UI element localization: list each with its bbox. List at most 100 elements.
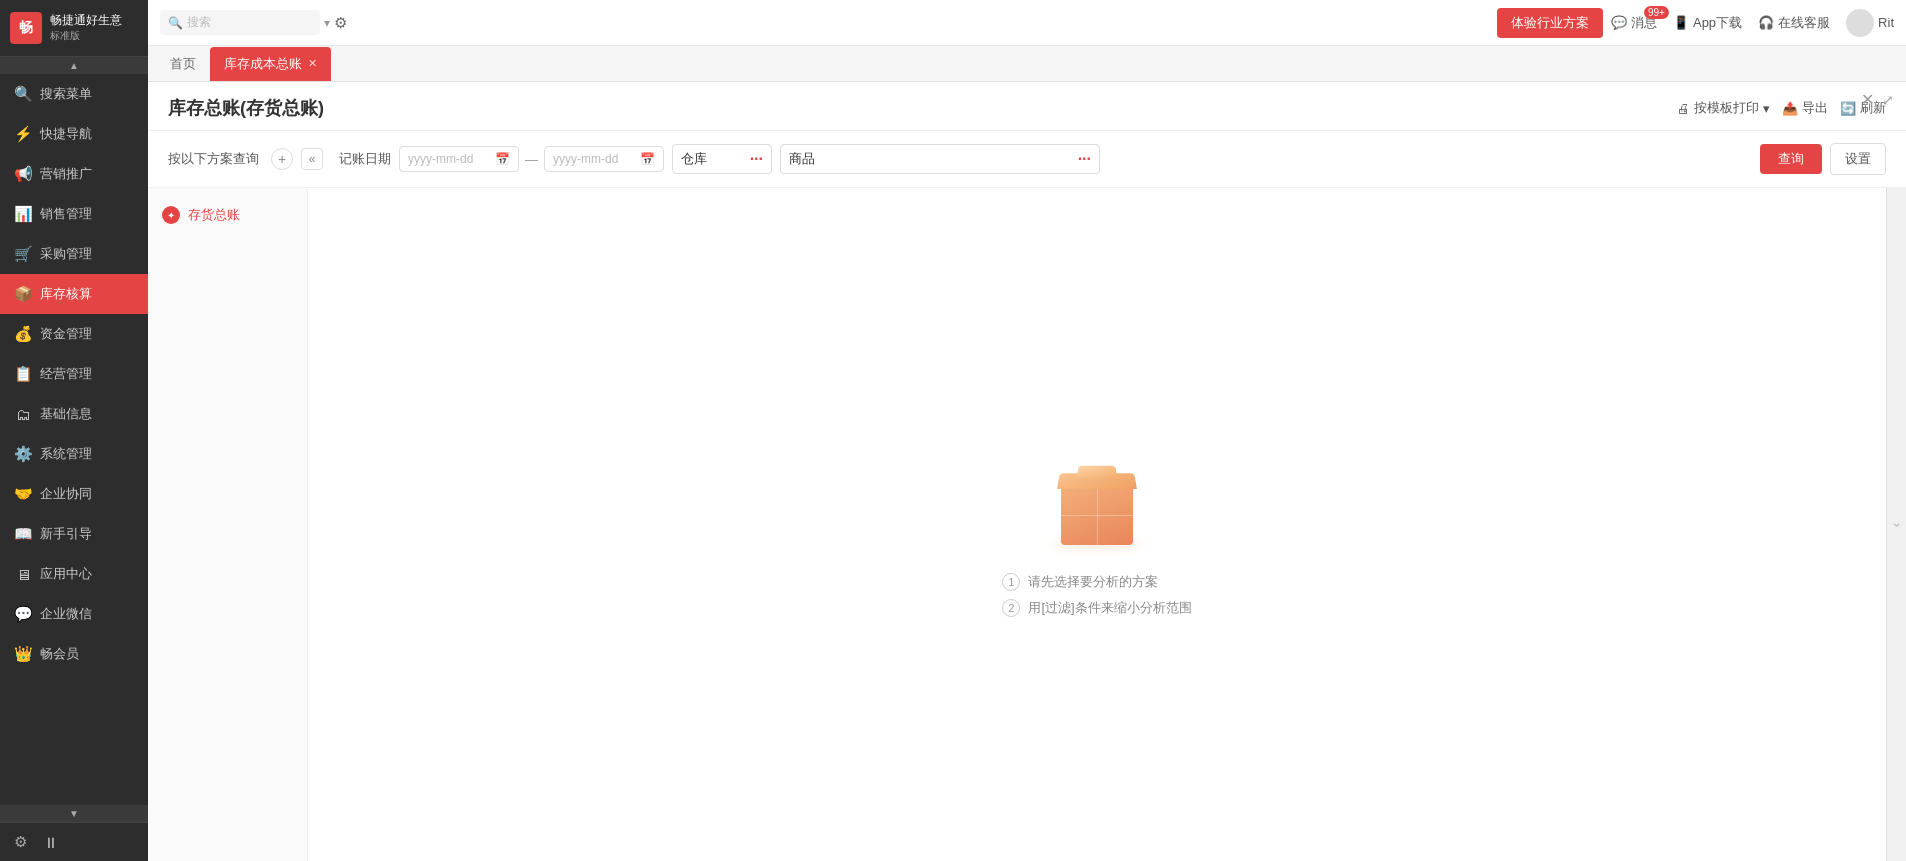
online-support-btn[interactable]: 🎧 在线客服 xyxy=(1758,14,1830,32)
sidebar-item-finance[interactable]: 💰 资金管理 xyxy=(0,314,148,354)
right-side-panel[interactable]: › xyxy=(1886,188,1906,861)
cooperation-icon: 🤝 xyxy=(14,485,32,503)
member-icon: 👑 xyxy=(14,645,32,663)
product-select[interactable]: 商品 ··· xyxy=(780,144,1100,174)
right-main: 1 请先选择要分析的方案 2 用[过滤]条件来缩小分析范围 xyxy=(308,188,1886,861)
product-more-icon: ··· xyxy=(1078,150,1091,168)
operation-icon: 📋 xyxy=(14,365,32,383)
filter-label: 按以下方案查询 xyxy=(168,150,259,168)
sidebar-item-cooperation[interactable]: 🤝 企业协同 xyxy=(0,474,148,514)
page-close-btn[interactable]: ✕ xyxy=(1861,90,1874,109)
filter-action-btns: 查询 设置 xyxy=(1760,143,1886,175)
export-btn[interactable]: 📤 导出 xyxy=(1782,99,1828,117)
sidebar-scroll-up[interactable]: ▲ xyxy=(0,57,148,74)
marketing-icon: 📢 xyxy=(14,165,32,183)
purchase-icon: 🛒 xyxy=(14,245,32,263)
sidebar-item-inventory[interactable]: 📦 库存核算 xyxy=(0,274,148,314)
filter-add-btn[interactable]: + xyxy=(271,148,293,170)
calendar-icon: 📅 xyxy=(495,152,510,166)
filter-bar: 按以下方案查询 + « 记账日期 yyyy-mm-dd 📅 — yyyy-mm-… xyxy=(148,131,1906,188)
empty-illustration xyxy=(1037,433,1157,553)
finance-icon: 💰 xyxy=(14,325,32,343)
sidebar-item-wechat[interactable]: 💬 企业微信 xyxy=(0,594,148,634)
main-area: 🔍 搜索 ▾ ⚙ 体验行业方案 💬 消息 99+ 📱 App下载 🎧 在线客服 xyxy=(148,0,1906,861)
content-area: ✦ 存货总账 xyxy=(148,188,1906,861)
avatar-image xyxy=(1846,9,1874,37)
topbar-nav: 🔍 搜索 ▾ ⚙ xyxy=(160,10,1489,35)
phone-icon: 📱 xyxy=(1673,15,1689,30)
sidebar-item-shortcut[interactable]: ⚡ 快捷导航 xyxy=(0,114,148,154)
sidebar-scroll-down[interactable]: ▼ xyxy=(0,805,148,822)
topbar-right: 💬 消息 99+ 📱 App下载 🎧 在线客服 Rit xyxy=(1611,9,1894,37)
page-title: 库存总账(存货总账) xyxy=(168,96,324,120)
print-icon: 🖨 xyxy=(1677,101,1690,116)
guide-icon: 📖 xyxy=(14,525,32,543)
page-header: 库存总账(存货总账) 🖨 按模板打印 ▾ 📤 导出 🔄 刷新 xyxy=(148,82,1906,131)
empty-state: 1 请先选择要分析的方案 2 用[过滤]条件来缩小分析范围 xyxy=(1002,433,1191,617)
tab-close-icon[interactable]: ✕ xyxy=(308,57,317,70)
topbar-search[interactable]: 🔍 搜索 xyxy=(160,10,320,35)
app-name: 畅捷通好生意 xyxy=(50,13,122,29)
topbar-gear-icon[interactable]: ⚙ xyxy=(334,14,347,32)
sidebar-bottom: ⚙ ⏸ xyxy=(0,822,148,861)
date-label: 记账日期 xyxy=(339,150,391,168)
search-icon: 🔍 xyxy=(14,85,32,103)
logo-area: 畅 畅捷通好生意 标准版 xyxy=(0,0,148,57)
sidebar-item-system[interactable]: ⚙️ 系统管理 xyxy=(0,434,148,474)
sidebar-item-sales[interactable]: 📊 销售管理 xyxy=(0,194,148,234)
filter-collapse-btn[interactable]: « xyxy=(301,148,323,170)
page-area: ✕ ⤢ 库存总账(存货总账) 🖨 按模板打印 ▾ 📤 导出 🔄 刷新 xyxy=(148,82,1906,861)
apps-icon: 🖥 xyxy=(14,566,32,583)
tab-inventory-cost[interactable]: 库存成本总账 ✕ xyxy=(210,47,331,81)
sidebar-item-purchase[interactable]: 🛒 采购管理 xyxy=(0,234,148,274)
filter-controls: + « 记账日期 yyyy-mm-dd 📅 — yyyy-mm-dd 📅 xyxy=(271,144,1748,174)
page-controls: ✕ ⤢ xyxy=(1849,82,1906,117)
sidebar-item-basic[interactable]: 🗂 基础信息 xyxy=(0,394,148,434)
settings-btn[interactable]: 设置 xyxy=(1830,143,1886,175)
topbar: 🔍 搜索 ▾ ⚙ 体验行业方案 💬 消息 99+ 📱 App下载 🎧 在线客服 xyxy=(148,0,1906,46)
left-panel: ✦ 存货总账 xyxy=(148,188,308,861)
trial-industry-btn[interactable]: 体验行业方案 xyxy=(1497,8,1603,38)
topbar-dropdown-icon[interactable]: ▾ xyxy=(324,16,330,30)
empty-tips: 1 请先选择要分析的方案 2 用[过滤]条件来缩小分析范围 xyxy=(1002,573,1191,617)
message-btn[interactable]: 💬 消息 99+ xyxy=(1611,14,1657,32)
chevron-down-icon: ▾ xyxy=(1763,101,1770,116)
sidebar-item-search[interactable]: 🔍 搜索菜单 xyxy=(0,74,148,114)
message-badge: 99+ xyxy=(1644,6,1669,19)
export-icon: 📤 xyxy=(1782,101,1798,116)
system-icon: ⚙️ xyxy=(14,445,32,463)
inventory-icon: 📦 xyxy=(14,285,32,303)
right-panel-arrow: › xyxy=(1890,523,1904,527)
page-expand-btn[interactable]: ⤢ xyxy=(1882,92,1894,108)
date-range: yyyy-mm-dd 📅 — yyyy-mm-dd 📅 xyxy=(399,146,664,172)
message-icon: 💬 xyxy=(1611,15,1627,30)
app-version: 标准版 xyxy=(50,29,122,43)
logo-icon: 畅 xyxy=(10,12,42,44)
sidebar-item-marketing[interactable]: 📢 营销推广 xyxy=(0,154,148,194)
left-panel-item-inventory[interactable]: ✦ 存货总账 xyxy=(148,198,307,232)
sidebar-item-guide[interactable]: 📖 新手引导 xyxy=(0,514,148,554)
sales-icon: 📊 xyxy=(14,205,32,223)
print-template-btn[interactable]: 🖨 按模板打印 ▾ xyxy=(1677,99,1770,117)
date-end-input[interactable]: yyyy-mm-dd 📅 xyxy=(544,146,664,172)
calendar-end-icon: 📅 xyxy=(640,152,655,166)
query-btn[interactable]: 查询 xyxy=(1760,144,1822,174)
warehouse-select[interactable]: 仓库 ··· xyxy=(672,144,772,174)
sidebar-item-member[interactable]: 👑 畅会员 xyxy=(0,634,148,674)
tab-home[interactable]: 首页 xyxy=(156,47,210,81)
toggle-sidebar-icon[interactable]: ⏸ xyxy=(43,834,58,851)
app-download-btn[interactable]: 📱 App下载 xyxy=(1673,14,1742,32)
tabbar: 首页 库存成本总账 ✕ xyxy=(148,46,1906,82)
sidebar: 畅 畅捷通好生意 标准版 ▲ 🔍 搜索菜单 ⚡ 快捷导航 📢 营销推广 📊 销售… xyxy=(0,0,148,861)
inventory-ledger-icon: ✦ xyxy=(162,206,180,224)
sidebar-item-apps[interactable]: 🖥 应用中心 xyxy=(0,554,148,594)
sidebar-nav: 🔍 搜索菜单 ⚡ 快捷导航 📢 营销推广 📊 销售管理 🛒 采购管理 📦 库存核… xyxy=(0,74,148,805)
user-avatar[interactable]: Rit xyxy=(1846,9,1894,37)
sidebar-item-operation[interactable]: 📋 经营管理 xyxy=(0,354,148,394)
basic-icon: 🗂 xyxy=(14,406,32,423)
headset-icon: 🎧 xyxy=(1758,15,1774,30)
date-start-input[interactable]: yyyy-mm-dd 📅 xyxy=(399,146,519,172)
empty-tip-1: 1 请先选择要分析的方案 xyxy=(1002,573,1191,591)
settings-bottom-icon[interactable]: ⚙ xyxy=(14,833,27,851)
empty-tip-2: 2 用[过滤]条件来缩小分析范围 xyxy=(1002,599,1191,617)
